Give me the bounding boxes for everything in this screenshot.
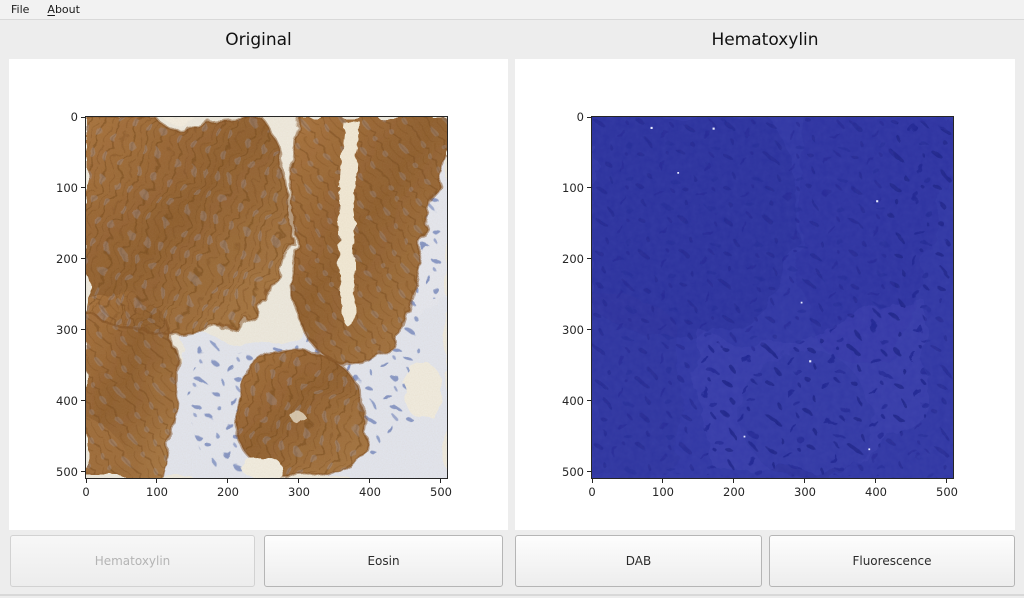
y-tick-label: 100 (56, 181, 78, 195)
x-tick-label: 400 (865, 485, 887, 499)
x-tick-mark (298, 479, 299, 483)
window-bottom-edge (0, 594, 1024, 596)
x-tick-mark (946, 479, 947, 483)
app-window: File About Original Hematoxylin 0 100 20… (0, 0, 1024, 598)
y-tick-mark (81, 400, 85, 401)
y-tick-label: 300 (562, 323, 584, 337)
x-tick-mark (875, 479, 876, 483)
y-tick-label: 200 (56, 252, 78, 266)
fluorescence-button[interactable]: Fluorescence (769, 535, 1015, 587)
x-tick-mark (369, 479, 370, 483)
x-tick-label: 300 (288, 485, 310, 499)
y-tick-label: 200 (562, 252, 584, 266)
x-tick-label: 400 (359, 485, 381, 499)
x-tick-label: 500 (936, 485, 958, 499)
x-tick-label: 500 (430, 485, 452, 499)
x-tick-label: 300 (794, 485, 816, 499)
y-tick-mark (81, 117, 85, 118)
x-tick-label: 100 (652, 485, 674, 499)
menu-bar: File About (0, 0, 1024, 20)
dab-button[interactable]: DAB (515, 535, 762, 587)
menu-about-rest: bout (54, 3, 80, 16)
original-plot: 0 100 200 300 400 500 0 100 200 300 400 … (56, 110, 452, 499)
y-tick-mark (587, 117, 591, 118)
hematoxylin-button[interactable]: Hematoxylin (10, 535, 255, 587)
x-tick-mark (592, 479, 593, 483)
y-tick-mark (587, 329, 591, 330)
y-tick-mark (81, 471, 85, 472)
y-tick-mark (587, 187, 591, 188)
x-tick-label: 0 (82, 485, 90, 499)
y-tick-label: 0 (576, 110, 584, 124)
x-tick-mark (156, 479, 157, 483)
menu-about-initial: A (47, 3, 55, 16)
x-tick-mark (86, 479, 87, 483)
x-tick-mark (733, 479, 734, 483)
y-tick-label: 500 (562, 465, 584, 479)
y-tick-label: 300 (56, 323, 78, 337)
x-tick-label: 100 (146, 485, 168, 499)
y-tick-mark (81, 258, 85, 259)
y-tick-mark (587, 400, 591, 401)
menu-file[interactable]: File (2, 1, 38, 18)
x-tick-mark (227, 479, 228, 483)
menu-about[interactable]: About (38, 1, 89, 18)
x-tick-mark (804, 479, 805, 483)
x-tick-mark (662, 479, 663, 483)
x-tick-label: 0 (588, 485, 596, 499)
y-tick-label: 500 (56, 465, 78, 479)
y-tick-label: 0 (70, 110, 78, 124)
hematoxylin-plot: 0 100 200 300 400 500 0 100 200 300 400 … (562, 110, 958, 499)
y-tick-mark (587, 258, 591, 259)
panel-title-hematoxylin: Hematoxylin (711, 30, 819, 50)
y-tick-label: 100 (562, 181, 584, 195)
original-image (86, 117, 447, 478)
panel-title-original: Original (225, 30, 292, 50)
y-tick-label: 400 (562, 394, 584, 408)
y-tick-mark (587, 471, 591, 472)
x-tick-mark (440, 479, 441, 483)
hematoxylin-image (592, 117, 953, 478)
x-tick-label: 200 (217, 485, 239, 499)
y-tick-label: 400 (56, 394, 78, 408)
eosin-button[interactable]: Eosin (264, 535, 503, 587)
y-tick-mark (81, 329, 85, 330)
y-tick-mark (81, 187, 85, 188)
x-tick-label: 200 (723, 485, 745, 499)
